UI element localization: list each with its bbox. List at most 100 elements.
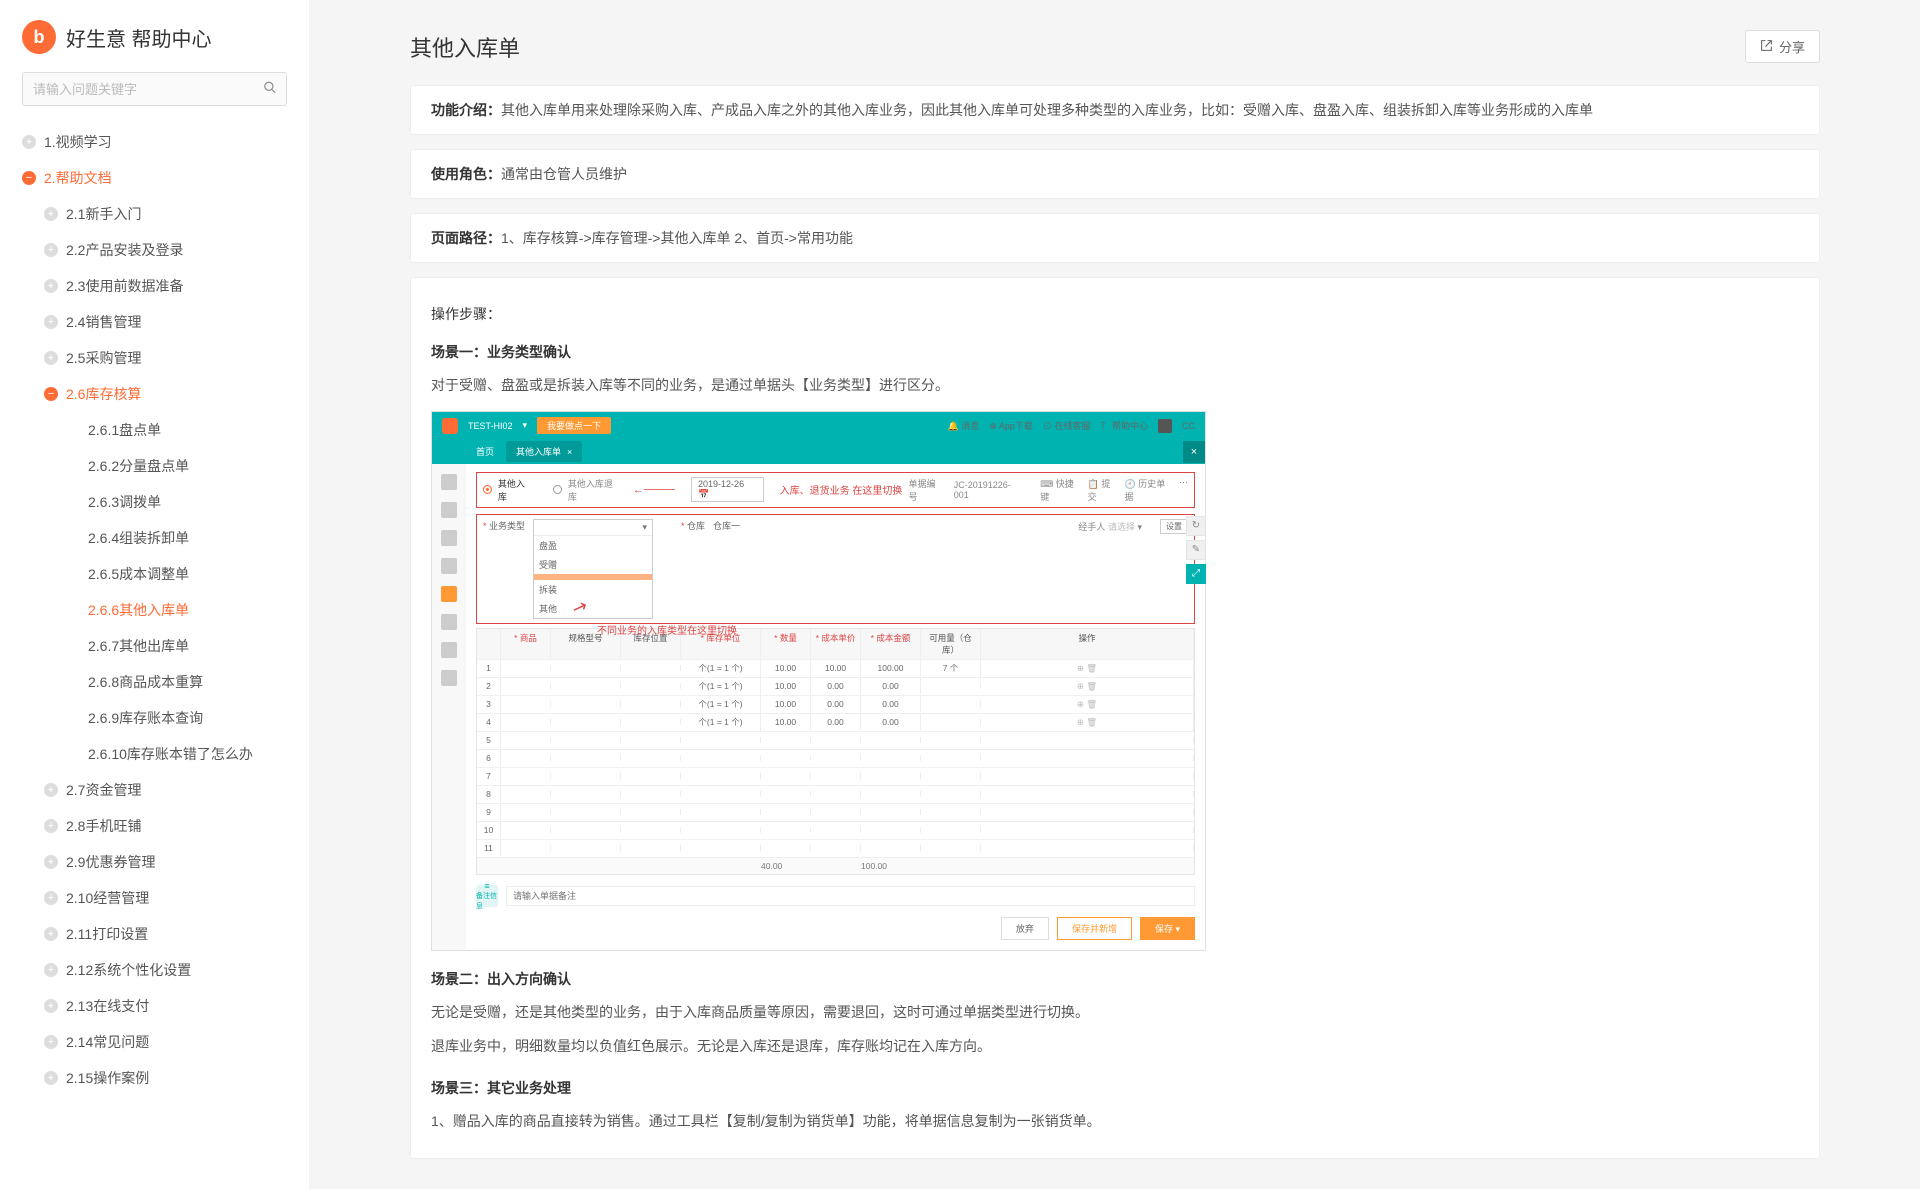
- ss-grid-row: 4个(1 = 1 个)10.000.000.00⊕ 🗑: [477, 713, 1194, 731]
- intro-box: 功能介绍：其他入库单用来处理除采购入库、产成品入库之外的其他入库业务，因此其他入…: [410, 85, 1820, 135]
- nav-item[interactable]: 2.6.9库存账本查询: [66, 700, 287, 736]
- nav-item[interactable]: −2.6库存核算: [44, 376, 287, 412]
- nav-item[interactable]: 2.6.8商品成本重算: [66, 664, 287, 700]
- ss-hr-1: ⊕ App下载: [989, 419, 1033, 432]
- nav-item[interactable]: +2.12系统个性化设置: [44, 952, 287, 988]
- ss-tb-1: 📋 提交: [1088, 477, 1119, 503]
- nav-item[interactable]: +2.5采购管理: [44, 340, 287, 376]
- ss-tab-active: 其他入库单×: [506, 441, 582, 462]
- ss-save-button: 保存 ▾: [1140, 917, 1195, 940]
- expand-icon: +: [44, 243, 58, 257]
- nav-item[interactable]: +2.8手机旺铺: [44, 808, 287, 844]
- nav-item[interactable]: +2.9优惠券管理: [44, 844, 287, 880]
- page-header: 其他入库单 分享: [410, 30, 1820, 63]
- spacer-icon: [66, 747, 80, 761]
- nav-item-label: 2.6.1盘点单: [88, 420, 161, 440]
- scene2-p2: 退库业务中，明细数量均以负值红色展示。无论是入库还是退库，库存账均记在入库方向。: [431, 1033, 1799, 1060]
- nav-item[interactable]: +2.15操作案例: [44, 1060, 287, 1096]
- ss-biz-dropdown: ▾ 盘盈 受赠 拆装 其他: [533, 519, 653, 619]
- share-button[interactable]: 分享: [1745, 30, 1820, 63]
- brand-logo: b: [22, 20, 56, 54]
- ss-nav-icon: [441, 670, 457, 686]
- ss-grid-row-empty: 7: [477, 767, 1194, 785]
- nav-item[interactable]: +2.13在线支付: [44, 988, 287, 1024]
- collapse-icon: −: [44, 387, 58, 401]
- expand-icon: +: [44, 855, 58, 869]
- ss-grid-row: 3个(1 = 1 个)10.000.000.00⊕ 🗑: [477, 695, 1194, 713]
- ss-remark-input: [506, 886, 1195, 906]
- expand-icon: +: [44, 1035, 58, 1049]
- nav-item[interactable]: +2.1新手入门: [44, 196, 287, 232]
- content-card: 操作步骤： 场景一：业务类型确认 对于受赠、盘盈或是拆装入库等不同的业务，是通过…: [410, 277, 1820, 1159]
- ss-close-icon: ×: [1183, 441, 1205, 463]
- ss-form-area: 其他入库 其他入库退库 ←──── 2019-12-26 📅 入库、退货业务 在…: [466, 464, 1205, 950]
- nav-item-label: 2.9优惠券管理: [66, 852, 155, 872]
- search-icon[interactable]: [263, 81, 277, 98]
- nav-item-label: 2.3使用前数据准备: [66, 276, 183, 296]
- role-box: 使用角色：通常由仓管人员维护: [410, 149, 1820, 199]
- nav-item[interactable]: +2.14常见问题: [44, 1024, 287, 1060]
- expand-icon: +: [44, 927, 58, 941]
- nav-item-label: 2.4销售管理: [66, 312, 141, 332]
- nav-item[interactable]: +2.3使用前数据准备: [44, 268, 287, 304]
- ss-grid-header: * 商品 规格型号 库存位置 * 库存单位 * 数量 * 成本单价 * 成本金额…: [477, 629, 1194, 659]
- spacer-icon: [66, 423, 80, 437]
- nav-item-label: 2.6.9库存账本查询: [88, 708, 203, 728]
- nav-item-label: 2.1新手入门: [66, 204, 141, 224]
- ss-nav-icon: [441, 474, 457, 490]
- nav-item[interactable]: +2.4销售管理: [44, 304, 287, 340]
- nav-item[interactable]: 2.6.7其他出库单: [66, 628, 287, 664]
- nav-item-label: 2.6.3调拨单: [88, 492, 161, 512]
- nav-item-label: 2.8手机旺铺: [66, 816, 141, 836]
- main-content: 其他入库单 分享 功能介绍：其他入库单用来处理除采购入库、产成品入库之外的其他入…: [310, 0, 1920, 1189]
- intro-label: 功能介绍：: [431, 102, 501, 118]
- ss-nav-icon: [441, 530, 457, 546]
- nav-item[interactable]: +2.7资金管理: [44, 772, 287, 808]
- spacer-icon: [66, 459, 80, 473]
- ss-doc-no: JC-20191226-001: [954, 480, 1025, 500]
- scene2-title: 场景二：出入方向确认: [431, 969, 1799, 989]
- nav-item[interactable]: 2.6.6其他入库单: [66, 592, 287, 628]
- ss-left-nav: [432, 464, 466, 950]
- ss-save-add-button: 保存并新增: [1057, 917, 1132, 940]
- ss-rt-icon: ✎: [1186, 540, 1206, 560]
- spacer-icon: [66, 603, 80, 617]
- ss-hr-3: ？ 帮助中心: [1100, 419, 1148, 432]
- ss-type-row: 其他入库 其他入库退库 ←──── 2019-12-26 📅 入库、退货业务 在…: [476, 472, 1195, 508]
- nav-item[interactable]: 2.6.1盘点单: [66, 412, 287, 448]
- scene3-p1: 1、赠品入库的商品直接转为销售。通过工具栏【复制/复制为销货单】功能，将单据信息…: [431, 1108, 1799, 1135]
- ss-rt-icon: ↻: [1186, 516, 1206, 536]
- nav-item[interactable]: +1.视频学习: [22, 124, 287, 160]
- nav-item[interactable]: 2.6.4组装拆卸单: [66, 520, 287, 556]
- nav-item-label: 2.6.4组装拆卸单: [88, 528, 189, 548]
- spacer-icon: [66, 675, 80, 689]
- nav-item[interactable]: −2.帮助文档: [22, 160, 287, 196]
- nav-item[interactable]: +2.11打印设置: [44, 916, 287, 952]
- nav-tree: +1.视频学习−2.帮助文档+2.1新手入门+2.2产品安装及登录+2.3使用前…: [22, 124, 287, 1096]
- ss-radio-in-label: 其他入库: [498, 477, 533, 503]
- nav-item[interactable]: 2.6.3调拨单: [66, 484, 287, 520]
- spacer-icon: [66, 567, 80, 581]
- ss-radio-in-icon: [483, 485, 492, 494]
- expand-icon: +: [44, 279, 58, 293]
- ss-grid-row-empty: 6: [477, 749, 1194, 767]
- steps-label: 操作步骤：: [431, 304, 1799, 324]
- ss-grid-row-empty: 10: [477, 821, 1194, 839]
- ss-tab-home: 首页: [466, 441, 504, 462]
- nav-item[interactable]: +2.10经营管理: [44, 880, 287, 916]
- nav-item-label: 2.5采购管理: [66, 348, 141, 368]
- ss-annotation-top: 入库、退货业务 在这里切换: [780, 482, 903, 497]
- search-input[interactable]: [22, 72, 287, 106]
- ss-hr-4: CC: [1182, 421, 1195, 431]
- expand-icon: +: [44, 1071, 58, 1085]
- ss-rt-icon-active: ⤢: [1186, 564, 1206, 584]
- intro-text: 其他入库单用来处理除采购入库、产成品入库之外的其他入库业务，因此其他入库单可处理…: [501, 102, 1593, 118]
- nav-item[interactable]: 2.6.2分量盘点单: [66, 448, 287, 484]
- nav-item[interactable]: 2.6.5成本调整单: [66, 556, 287, 592]
- nav-item[interactable]: 2.6.10库存账本错了怎么办: [66, 736, 287, 772]
- path-text: 1、库存核算->库存管理->其他入库单 2、首页->常用功能: [501, 230, 853, 246]
- nav-item[interactable]: +2.2产品安装及登录: [44, 232, 287, 268]
- nav-item-label: 2.6.7其他出库单: [88, 636, 189, 656]
- ss-date: 2019-12-26 📅: [691, 477, 764, 502]
- expand-icon: +: [44, 891, 58, 905]
